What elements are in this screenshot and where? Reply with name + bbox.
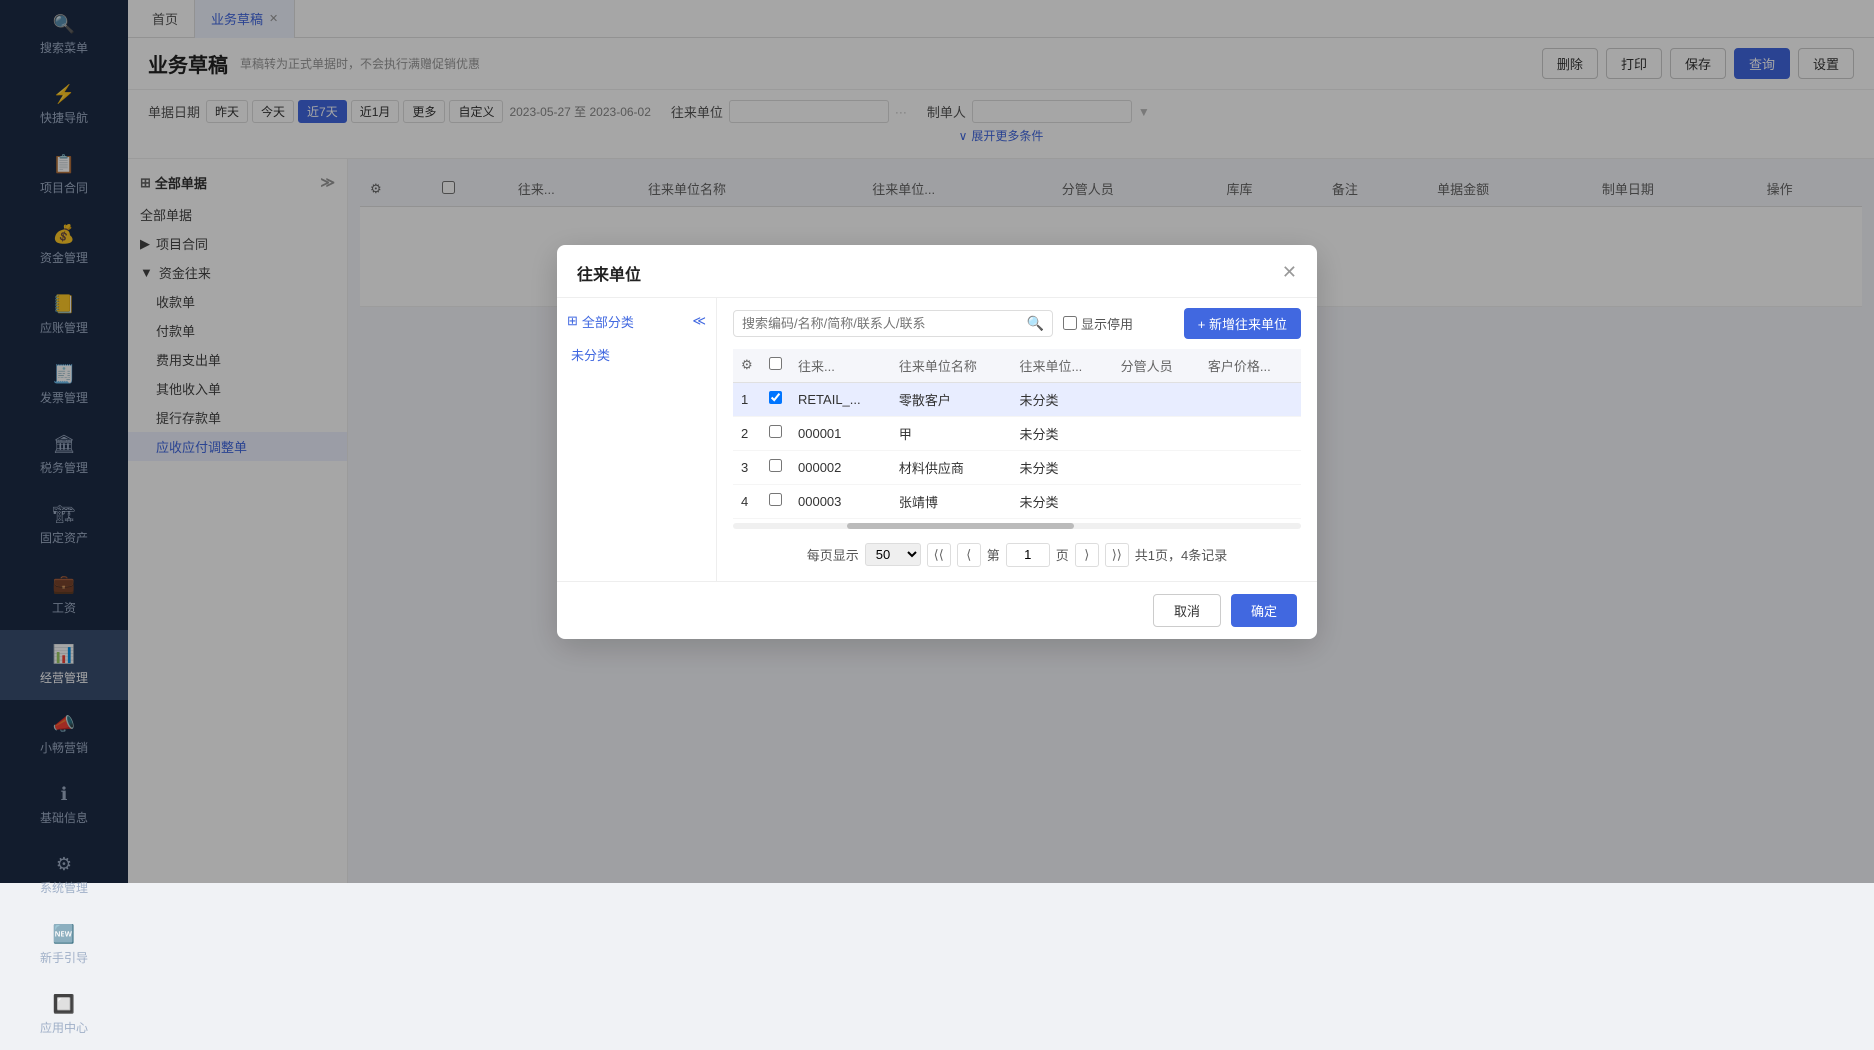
row-code: 000001 bbox=[790, 416, 891, 450]
row-category: 未分类 bbox=[1011, 484, 1112, 518]
row-category: 未分类 bbox=[1011, 382, 1112, 416]
dialog-partner-table: ⚙ 往来... 往来单位名称 往来单位... 分管人员 客户价格... bbox=[733, 349, 1301, 519]
dialog-category-header: ⊞ 全部分类 ≪ bbox=[557, 308, 716, 339]
dlg-th-category: 往来单位... bbox=[1011, 349, 1112, 383]
search-box: 🔍 bbox=[733, 310, 1053, 337]
all-categories-label: 全部分类 bbox=[582, 312, 634, 331]
row-price bbox=[1200, 416, 1301, 450]
row-manager bbox=[1113, 484, 1200, 518]
total-label: 共1页，4条记录 bbox=[1135, 545, 1227, 564]
last-page-button[interactable]: ⟩⟩ bbox=[1105, 543, 1129, 567]
row-price bbox=[1200, 450, 1301, 484]
row-manager bbox=[1113, 416, 1200, 450]
row-checkbox[interactable] bbox=[761, 450, 790, 484]
sidebar-item-label: 新手引导 bbox=[40, 949, 88, 966]
row-select-checkbox[interactable] bbox=[769, 459, 782, 472]
pagination: 每页显示 50 20 100 ⟨⟨ ⟨ 第 页 ⟩ ⟩⟩ 共1页，4条记录 bbox=[733, 533, 1301, 571]
partner-dialog: 往来单位 ✕ ⊞ 全部分类 ≪ 未分类 bbox=[557, 245, 1317, 639]
row-manager bbox=[1113, 382, 1200, 416]
row-checkbox[interactable] bbox=[761, 416, 790, 450]
search-input[interactable] bbox=[742, 316, 1021, 331]
sidebar-item-new-guide[interactable]: 🆕 新手引导 bbox=[0, 910, 128, 980]
collapse-dialog-icon[interactable]: ≪ bbox=[692, 313, 706, 329]
prev-page-button[interactable]: ⟨ bbox=[957, 543, 981, 567]
row-name: 甲 bbox=[891, 416, 1012, 450]
table-row[interactable]: 3 000002 材料供应商 未分类 bbox=[733, 450, 1301, 484]
row-select-checkbox[interactable] bbox=[769, 425, 782, 438]
row-category: 未分类 bbox=[1011, 450, 1112, 484]
show-disabled-checkbox[interactable] bbox=[1063, 316, 1077, 330]
horizontal-scrollbar[interactable] bbox=[733, 523, 1301, 529]
row-price bbox=[1200, 382, 1301, 416]
dialog-category-unclassified[interactable]: 未分类 bbox=[557, 339, 716, 370]
new-guide-icon: 🆕 bbox=[53, 924, 75, 945]
row-manager bbox=[1113, 450, 1200, 484]
next-page-button[interactable]: ⟩ bbox=[1075, 543, 1099, 567]
dlg-th-settings[interactable]: ⚙ bbox=[733, 349, 761, 383]
table-row[interactable]: 2 000001 甲 未分类 bbox=[733, 416, 1301, 450]
per-page-select[interactable]: 50 20 100 bbox=[865, 543, 921, 566]
dialog-table-panel: 🔍 显示停用 + 新增往来单位 ⚙ bbox=[717, 298, 1317, 581]
dialog-header: 往来单位 ✕ bbox=[557, 245, 1317, 298]
row-name: 张靖博 bbox=[891, 484, 1012, 518]
row-settings: 2 bbox=[733, 416, 761, 450]
show-disabled-label: 显示停用 bbox=[1063, 314, 1133, 333]
row-select-checkbox[interactable] bbox=[769, 391, 782, 404]
sidebar-item-app-center[interactable]: 🔲 应用中心 bbox=[0, 980, 128, 1050]
row-settings: 1 bbox=[733, 382, 761, 416]
row-name: 材料供应商 bbox=[891, 450, 1012, 484]
row-code: 000002 bbox=[790, 450, 891, 484]
table-row[interactable]: 4 000003 张靖博 未分类 bbox=[733, 484, 1301, 518]
row-code: 000003 bbox=[790, 484, 891, 518]
page-label-post: 页 bbox=[1056, 545, 1069, 564]
confirm-button[interactable]: 确定 bbox=[1231, 594, 1297, 627]
row-code: RETAIL_... bbox=[790, 382, 891, 416]
dlg-th-name: 往来单位名称 bbox=[891, 349, 1012, 383]
row-checkbox[interactable] bbox=[761, 382, 790, 416]
row-price bbox=[1200, 484, 1301, 518]
grid-icon-small: ⊞ bbox=[567, 313, 578, 329]
dialog-table-container: ⚙ 往来... 往来单位名称 往来单位... 分管人员 客户价格... bbox=[733, 349, 1301, 519]
row-category: 未分类 bbox=[1011, 416, 1112, 450]
first-page-button[interactable]: ⟨⟨ bbox=[927, 543, 951, 567]
cancel-button[interactable]: 取消 bbox=[1153, 594, 1221, 627]
per-page-label: 每页显示 bbox=[807, 545, 859, 564]
dlg-th-price: 客户价格... bbox=[1200, 349, 1301, 383]
row-settings: 3 bbox=[733, 450, 761, 484]
page-input[interactable] bbox=[1006, 543, 1050, 567]
app-center-icon: 🔲 bbox=[53, 994, 75, 1015]
dlg-th-manager: 分管人员 bbox=[1113, 349, 1200, 383]
dialog-footer: 取消 确定 bbox=[557, 581, 1317, 639]
row-settings: 4 bbox=[733, 484, 761, 518]
dialog-toolbar: 🔍 显示停用 + 新增往来单位 bbox=[733, 308, 1301, 339]
dialog-body: ⊞ 全部分类 ≪ 未分类 🔍 bbox=[557, 298, 1317, 581]
dialog-close-button[interactable]: ✕ bbox=[1282, 262, 1297, 283]
search-icon: 🔍 bbox=[1027, 315, 1044, 332]
dialog-category-panel: ⊞ 全部分类 ≪ 未分类 bbox=[557, 298, 717, 581]
table-row[interactable]: 1 RETAIL_... 零散客户 未分类 bbox=[733, 382, 1301, 416]
dlg-select-all[interactable] bbox=[769, 357, 782, 370]
row-select-checkbox[interactable] bbox=[769, 493, 782, 506]
add-partner-button[interactable]: + 新增往来单位 bbox=[1184, 308, 1301, 339]
row-name: 零散客户 bbox=[891, 382, 1012, 416]
row-checkbox[interactable] bbox=[761, 484, 790, 518]
dlg-th-code: 往来... bbox=[790, 349, 891, 383]
dialog-overlay[interactable]: 往来单位 ✕ ⊞ 全部分类 ≪ 未分类 bbox=[0, 0, 1874, 883]
dialog-title: 往来单位 bbox=[577, 261, 641, 285]
sidebar-item-label: 应用中心 bbox=[40, 1019, 88, 1036]
page-label-pre: 第 bbox=[987, 545, 1000, 564]
scroll-thumb bbox=[847, 523, 1074, 529]
dlg-th-checkbox[interactable] bbox=[761, 349, 790, 383]
